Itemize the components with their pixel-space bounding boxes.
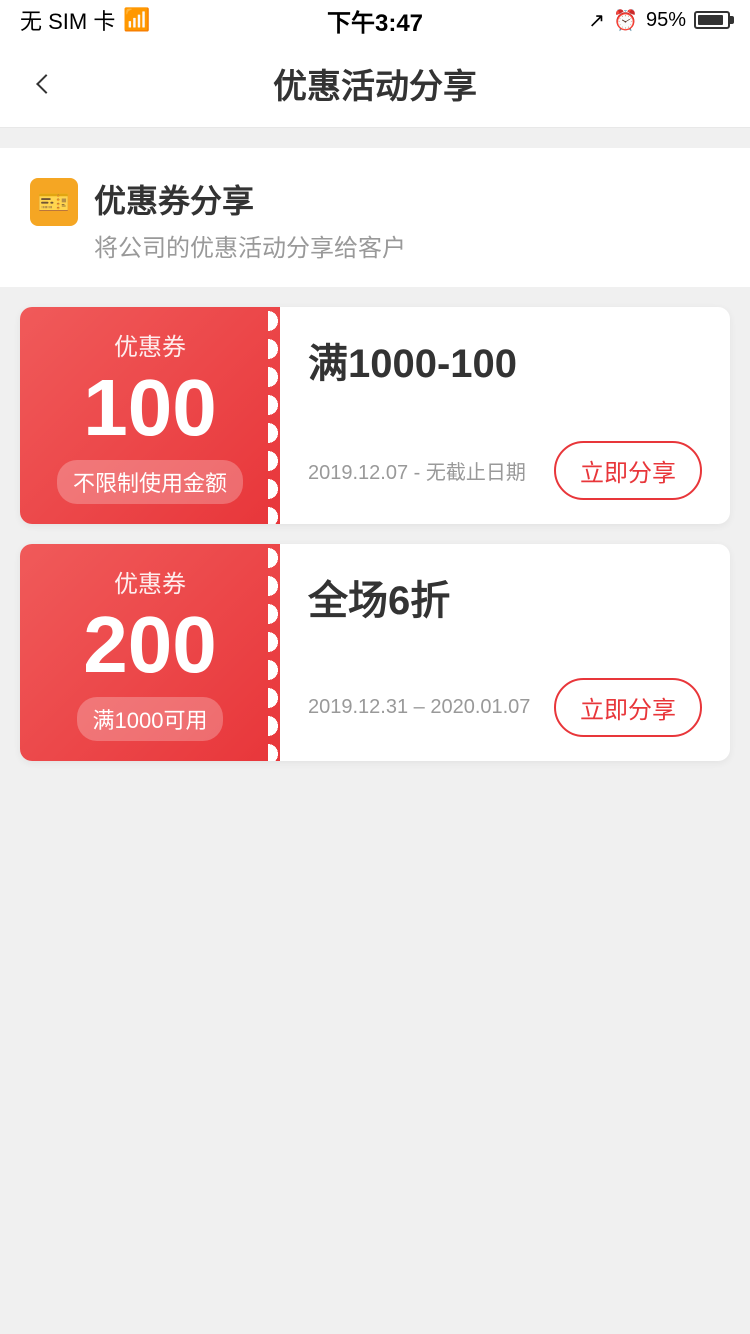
section-title: 优惠券分享 — [94, 176, 406, 222]
coupon-type-1: 优惠券 — [114, 564, 186, 599]
coupon-date-0: 2019.12.07 - 无截止日期 — [308, 456, 554, 485]
coupon-left-0: 优惠券 100 不限制使用金额 — [20, 307, 280, 524]
coupon-footer-1: 2019.12.31 – 2020.01.07 立即分享 — [308, 678, 702, 737]
coupon-card: 优惠券 100 不限制使用金额 满1000-100 2019.12.07 - 无… — [20, 307, 730, 524]
coupon-section-icon: 🎫 — [30, 178, 78, 226]
battery-box — [694, 11, 730, 29]
back-button[interactable] — [24, 62, 68, 106]
back-arrow-icon — [36, 74, 56, 94]
status-time: 下午3:47 — [327, 3, 423, 38]
coupon-condition-1: 满1000可用 — [77, 697, 224, 741]
page-title: 优惠活动分享 — [273, 59, 477, 108]
coupon-type-0: 优惠券 — [114, 327, 186, 362]
share-button-0[interactable]: 立即分享 — [554, 441, 702, 500]
battery-fill — [698, 15, 723, 25]
coupon-name-1: 全场6折 — [308, 568, 702, 626]
coupon-value-0: 100 — [83, 368, 216, 448]
coupon-card: 优惠券 200 满1000可用 全场6折 2019.12.31 – 2020.0… — [20, 544, 730, 761]
coupon-left-1: 优惠券 200 满1000可用 — [20, 544, 280, 761]
location-icon: ↗ — [588, 8, 605, 33]
coupon-value-1: 200 — [83, 605, 216, 685]
coupon-footer-0: 2019.12.07 - 无截止日期 立即分享 — [308, 441, 702, 500]
section-gap-top — [0, 128, 750, 148]
wifi-icon: 📶 — [123, 7, 150, 33]
status-left: 无 SIM 卡 📶 — [20, 4, 151, 36]
alarm-icon: ⏰ — [613, 8, 638, 33]
share-button-1[interactable]: 立即分享 — [554, 678, 702, 737]
section-text-block: 优惠券分享 将公司的优惠活动分享给客户 — [94, 176, 406, 263]
coupon-name-0: 满1000-100 — [308, 331, 702, 389]
coupon-date-1: 2019.12.31 – 2020.01.07 — [308, 696, 554, 719]
carrier-label: 无 SIM 卡 — [20, 4, 115, 36]
status-bar: 无 SIM 卡 📶 下午3:47 ↗ ⏰ 95% — [0, 0, 750, 40]
nav-bar: 优惠活动分享 — [0, 40, 750, 128]
battery-indicator — [694, 11, 730, 29]
section-header: 🎫 优惠券分享 将公司的优惠活动分享给客户 — [0, 148, 750, 287]
battery-percentage: 95% — [646, 9, 686, 32]
section-subtitle: 将公司的优惠活动分享给客户 — [94, 228, 406, 263]
coupon-right-1: 全场6折 2019.12.31 – 2020.01.07 立即分享 — [280, 544, 730, 761]
coupon-list: 优惠券 100 不限制使用金额 满1000-100 2019.12.07 - 无… — [0, 287, 750, 781]
bottom-area — [0, 781, 750, 1281]
coupon-right-0: 满1000-100 2019.12.07 - 无截止日期 立即分享 — [280, 307, 730, 524]
status-right: ↗ ⏰ 95% — [588, 8, 730, 33]
coupon-condition-0: 不限制使用金额 — [57, 460, 243, 504]
